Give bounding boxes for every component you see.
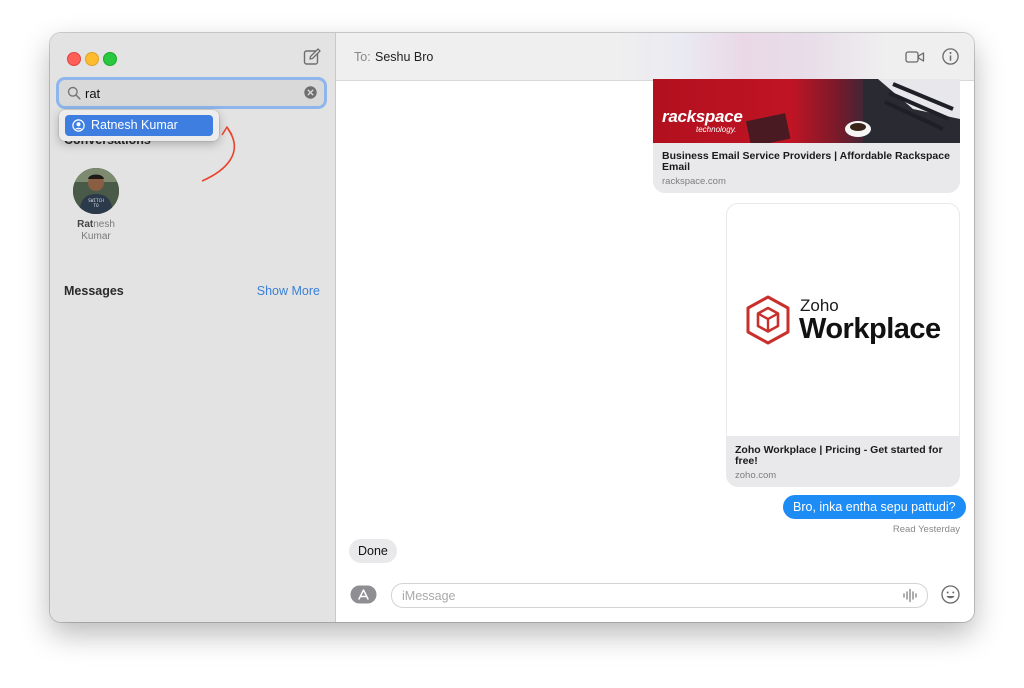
messages-window: Conversations Ratnesh Kumar (50, 33, 974, 622)
sent-message-bubble[interactable]: Bro, inka entha sepu pattudi? (783, 495, 966, 519)
close-window-button[interactable] (67, 52, 81, 66)
show-more-link[interactable]: Show More (257, 284, 320, 298)
recipient-name[interactable]: Seshu Bro (375, 50, 433, 64)
compose-icon[interactable] (302, 47, 322, 67)
sidebar: Conversations Ratnesh Kumar (50, 33, 336, 622)
search-field[interactable] (59, 80, 324, 106)
received-message-bubble[interactable]: Done (349, 539, 397, 563)
search-input[interactable] (85, 83, 285, 103)
conversation-header: To: Seshu Bro (336, 33, 974, 81)
zoho-domain: zoho.com (735, 470, 777, 481)
zoom-window-button[interactable] (103, 52, 117, 66)
link-preview-zoho[interactable]: Zoho Workplace Zoho Workplace | Pricing … (726, 203, 960, 487)
suggestion-item-ratnesh-kumar[interactable]: Ratnesh Kumar (65, 115, 213, 136)
contact-photo: SWITCH TO (73, 168, 119, 214)
to-label: To: (354, 50, 371, 64)
contact-avatar[interactable]: SWITCH TO (73, 168, 119, 214)
rackspace-logo-sub: technology. (696, 125, 737, 134)
zoho-workplace-logo-icon (746, 295, 790, 345)
video-call-icon[interactable] (905, 49, 925, 65)
search-icon (67, 86, 81, 100)
clear-search-icon[interactable] (304, 86, 317, 99)
annotation-arrow (201, 126, 236, 182)
info-icon[interactable] (942, 48, 959, 65)
link-preview-rackspace[interactable]: rackspace technology. Business Email Ser… (653, 79, 960, 193)
zoho-preview-image: Zoho Workplace (726, 203, 960, 437)
app-store-icon[interactable] (350, 585, 377, 604)
message-input[interactable] (402, 586, 882, 605)
person-circle-icon (72, 119, 85, 132)
message-field[interactable] (391, 583, 928, 608)
zoho-title: Zoho Workplace | Pricing - Get started f… (735, 444, 943, 467)
svg-text:TO: TO (93, 203, 99, 209)
read-receipt: Read Yesterday (892, 524, 960, 535)
zoho-logo-word2: Workplace (799, 313, 941, 345)
rackspace-title: Business Email Service Providers | Affor… (662, 150, 950, 173)
minimize-window-button[interactable] (85, 52, 99, 66)
rackspace-logo-text: rackspace (662, 107, 743, 126)
conversation-pane: To: Seshu Bro rackspace technology. Busi… (336, 33, 974, 622)
audio-message-icon[interactable] (902, 588, 918, 603)
emoji-icon[interactable] (941, 585, 960, 604)
contact-name[interactable]: Ratnesh Kumar (68, 219, 124, 243)
suggestion-label: Ratnesh Kumar (91, 118, 178, 132)
rackspace-preview-image: rackspace technology. (653, 79, 960, 143)
rackspace-domain: rackspace.com (662, 176, 726, 187)
messages-heading: Messages (64, 284, 124, 298)
